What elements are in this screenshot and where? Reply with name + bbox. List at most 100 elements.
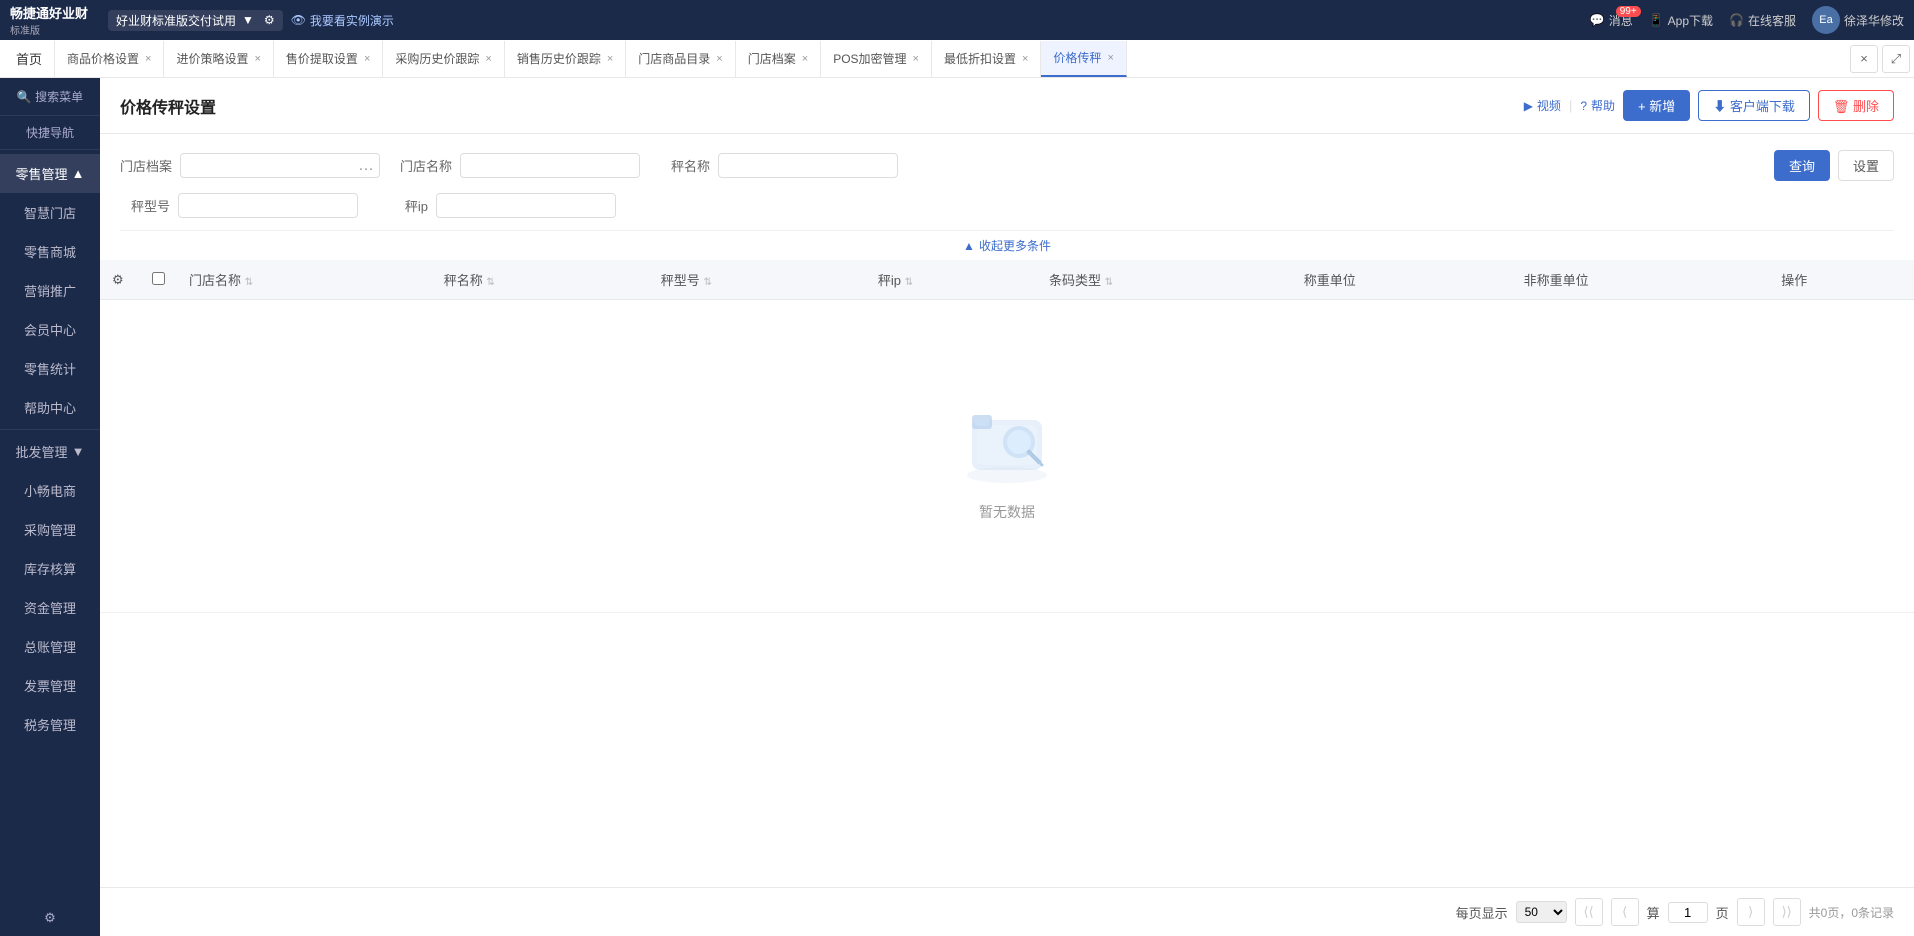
- tab-purchase-strategy[interactable]: 进价策略设置 ×: [164, 41, 273, 77]
- sidebar-item-capital-mgmt[interactable]: 资金管理: [0, 588, 100, 627]
- last-page-btn[interactable]: ⟩⟩: [1773, 898, 1801, 926]
- query-button-label: 查询: [1789, 156, 1815, 175]
- sidebar-item-member-center[interactable]: 会员中心: [0, 310, 100, 349]
- query-button[interactable]: 查询: [1774, 150, 1830, 181]
- tab-sale-price[interactable]: 售价提取设置 ×: [274, 41, 383, 77]
- delete-button[interactable]: 🗑 删除: [1818, 90, 1894, 121]
- tab-store-archive-close[interactable]: ×: [802, 53, 808, 65]
- sidebar-item-invoice-mgmt-label: 发票管理: [24, 676, 76, 695]
- scale-model-input[interactable]: [178, 193, 358, 218]
- video-link[interactable]: ▶ 视频: [1524, 97, 1561, 114]
- filter-form: 门店档案 … 门店名称 秤名称 查询: [100, 134, 1914, 260]
- headset-icon: 🎧: [1729, 13, 1744, 27]
- tab-purchase-history[interactable]: 采购历史价跟踪 ×: [383, 41, 504, 77]
- sidebar-item-smart-store-label: 智慧门店: [24, 203, 76, 222]
- tab-store-archive-label: 门店档案: [748, 50, 796, 67]
- th-scale-name[interactable]: 秤名称 ⇅: [432, 260, 649, 300]
- sidebar-item-tax-mgmt[interactable]: 税务管理: [0, 705, 100, 744]
- tab-store-catalog[interactable]: 门店商品目录 ×: [626, 41, 735, 77]
- tab-close-all-btn[interactable]: ×: [1850, 45, 1878, 73]
- add-button[interactable]: + 新增: [1623, 90, 1690, 121]
- th-scale-model[interactable]: 秤型号 ⇅: [649, 260, 866, 300]
- first-page-icon: ⟨⟨: [1584, 904, 1594, 920]
- divider-1: |: [1569, 98, 1572, 113]
- delete-button-label: 🗑 删除: [1833, 96, 1879, 115]
- empty-row: 暂无数据: [100, 300, 1914, 613]
- help-link[interactable]: ? 帮助: [1580, 97, 1615, 114]
- ellipsis-icon[interactable]: …: [358, 157, 374, 175]
- tab-store-catalog-close[interactable]: ×: [716, 53, 722, 65]
- empty-state: 暂无数据: [112, 310, 1902, 602]
- sidebar-item-retail-stats[interactable]: 零售统计: [0, 349, 100, 388]
- tab-sale-history-close[interactable]: ×: [607, 53, 613, 65]
- sidebar-item-purchase-mgmt[interactable]: 采购管理: [0, 510, 100, 549]
- online-service-label: 在线客服: [1748, 12, 1796, 29]
- tab-home[interactable]: 首页: [4, 41, 55, 77]
- tab-store-archive[interactable]: 门店档案 ×: [736, 41, 821, 77]
- tab-min-discount-close[interactable]: ×: [1022, 53, 1028, 65]
- th-checkbox[interactable]: [140, 260, 177, 300]
- sidebar-item-general-ledger[interactable]: 总账管理: [0, 627, 100, 666]
- th-barcode-type[interactable]: 条码类型 ⇅: [1037, 260, 1292, 300]
- tab-pos-encrypt-close[interactable]: ×: [913, 53, 919, 65]
- sidebar-search[interactable]: 🔍 搜索菜单: [0, 78, 100, 116]
- sidebar-item-inventory[interactable]: 库存核算: [0, 549, 100, 588]
- first-page-btn[interactable]: ⟨⟨: [1575, 898, 1603, 926]
- tab-price-settings-close[interactable]: ×: [145, 53, 151, 65]
- sidebar-item-smart-store[interactable]: 智慧门店: [0, 193, 100, 232]
- sidebar-quick-nav[interactable]: 快捷导航: [0, 116, 100, 150]
- tab-purchase-strategy-close[interactable]: ×: [254, 53, 260, 65]
- page-number-input[interactable]: [1668, 902, 1708, 923]
- th-store-name[interactable]: 门店名称 ⇅: [177, 260, 432, 300]
- per-page-select[interactable]: 10 20 50 100: [1516, 901, 1567, 923]
- gear-icon[interactable]: ⚙: [264, 13, 275, 27]
- store-name-input[interactable]: [460, 153, 640, 178]
- tab-pos-encrypt[interactable]: POS加密管理 ×: [821, 41, 932, 77]
- sidebar-item-small-ecom[interactable]: 小畅电商: [0, 471, 100, 510]
- download-button[interactable]: ⬇ 客户端下载: [1698, 90, 1810, 121]
- tab-min-discount[interactable]: 最低折扣设置 ×: [932, 41, 1041, 77]
- app-download-item[interactable]: 📱 App下载: [1649, 12, 1713, 29]
- page-title: 价格传秤设置: [120, 94, 216, 118]
- prev-page-btn[interactable]: ⟨: [1611, 898, 1639, 926]
- logo-title: 畅捷通好业财: [10, 3, 88, 22]
- user-item[interactable]: Ea 徐泽华修改: [1812, 6, 1904, 34]
- tab-price-scale-close[interactable]: ×: [1107, 52, 1113, 64]
- filter-collapse[interactable]: ▲ 收起更多条件: [120, 230, 1894, 260]
- sidebar-item-retail-mgmt[interactable]: 零售管理 ▲: [0, 154, 100, 193]
- next-page-btn[interactable]: ⟩: [1737, 898, 1765, 926]
- store-archive-input[interactable]: [180, 153, 380, 178]
- download-button-label: ⬇ 客户端下载: [1713, 96, 1795, 115]
- select-all-checkbox[interactable]: [152, 272, 165, 285]
- tab-price-settings-label: 商品价格设置: [67, 50, 139, 67]
- sidebar-gear[interactable]: ⚙: [0, 900, 100, 936]
- tab-purchase-history-close[interactable]: ×: [485, 53, 491, 65]
- tab-price-settings[interactable]: 商品价格设置 ×: [55, 41, 164, 77]
- sidebar-divider-1: [0, 429, 100, 430]
- tab-min-discount-label: 最低折扣设置: [944, 50, 1016, 67]
- tab-sale-price-close[interactable]: ×: [364, 53, 370, 65]
- settings-button-label: 设置: [1853, 156, 1879, 175]
- scale-ip-input[interactable]: [436, 193, 616, 218]
- tab-sale-history[interactable]: 销售历史价跟踪 ×: [505, 41, 626, 77]
- sidebar-item-help-center[interactable]: 帮助中心: [0, 388, 100, 427]
- th-gear[interactable]: ⚙: [100, 260, 140, 300]
- sidebar-item-invoice-mgmt[interactable]: 发票管理: [0, 666, 100, 705]
- message-item[interactable]: 💬 消息 99+: [1590, 12, 1633, 29]
- sidebar-item-wholesale-mgmt[interactable]: 批发管理 ▼: [0, 432, 100, 471]
- tab-expand-btn[interactable]: ⤢: [1882, 45, 1910, 73]
- scale-name-input[interactable]: [718, 153, 898, 178]
- version-select[interactable]: 好业财标准版交付试用 ▼ ⚙: [108, 10, 283, 31]
- online-service-item[interactable]: 🎧 在线客服: [1729, 12, 1796, 29]
- sidebar-item-retail-mall[interactable]: 零售商城: [0, 232, 100, 271]
- chevron-up-icon: ▲: [72, 166, 85, 181]
- tab-purchase-history-label: 采购历史价跟踪: [395, 50, 479, 67]
- settings-button[interactable]: 设置: [1838, 150, 1894, 181]
- sidebar-item-general-ledger-label: 总账管理: [24, 637, 76, 656]
- demo-link-label: 我要看实例演示: [310, 12, 394, 29]
- sidebar-item-wholesale-mgmt-label: 批发管理: [16, 442, 68, 461]
- sidebar-item-marketing[interactable]: 营销推广: [0, 271, 100, 310]
- demo-link[interactable]: 👁 我要看实例演示: [291, 12, 394, 29]
- tab-price-scale[interactable]: 价格传秤 ×: [1041, 41, 1126, 77]
- th-scale-ip[interactable]: 秤ip ⇅: [866, 260, 1037, 300]
